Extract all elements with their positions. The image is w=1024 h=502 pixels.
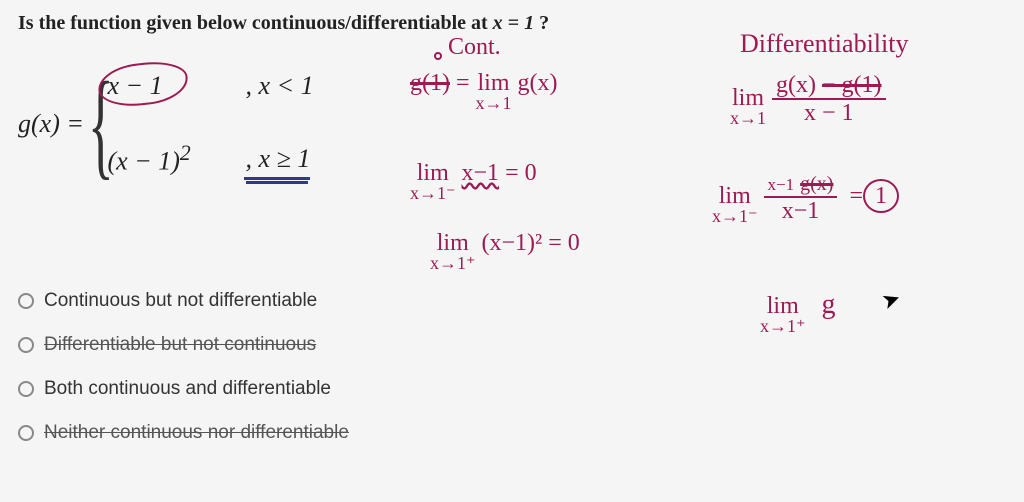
diff-left-num: x−1 g(x)	[764, 170, 838, 198]
hand-lim-icon: lim x→1⁻	[410, 160, 456, 204]
hand-lim-left: lim x→1⁻ x−1 = 0	[410, 160, 537, 204]
hand-diff-right-expr: g	[822, 289, 836, 320]
case2-expr: (x − 1)2	[108, 141, 228, 177]
hand-lim-icon: lim x→1⁺	[430, 230, 476, 274]
option-c[interactable]: Both continuous and differentiable	[18, 378, 349, 400]
piecewise-function: g(x) = { x − 1 , x < 1 (x − 1)2 , x ≥ 1	[18, 70, 314, 178]
question-suffix: ?	[539, 12, 549, 34]
hand-lim-right: lim x→1⁺ (x−1)² = 0	[430, 230, 580, 274]
hand-cont-title: Cont.	[448, 34, 501, 60]
radio-icon[interactable]	[18, 381, 34, 397]
case1-expr: x − 1	[108, 71, 228, 101]
dot-annotation-icon	[434, 52, 442, 60]
hand-lim-icon: lim x→1⁺	[760, 293, 806, 337]
hand-diff-left: lim x→1⁻ x−1 g(x) x−1 =1	[712, 170, 899, 227]
cursor-icon: ➤	[878, 285, 904, 316]
case1-cond: , x < 1	[246, 71, 314, 101]
lim-sub: x→1	[476, 94, 512, 114]
answer-options: Continuous but not differentiable Differ…	[18, 290, 349, 444]
hand-lim-icon: lim x→1	[730, 85, 766, 129]
piecewise-lhs: g(x) =	[18, 109, 84, 139]
hand-diff-left-frac: x−1 g(x) x−1	[764, 170, 838, 225]
option-b-label: Differentiable but not continuous	[44, 334, 316, 356]
case-1: x − 1 , x < 1	[108, 71, 314, 101]
diff-num-scratch: − g(1)	[822, 72, 882, 98]
lim-sub: x→1⁻	[712, 207, 758, 227]
case2-base: (x − 1)	[108, 147, 180, 176]
hand-lim-right-expr: (x−1)²	[482, 230, 543, 256]
radio-icon[interactable]	[18, 293, 34, 309]
hand-diff-def: lim x→1 g(x) − g(1) x − 1	[730, 72, 886, 129]
hand-cont-lhs: g(1) =	[410, 70, 470, 96]
diff-num: g(x) − g(1)	[772, 72, 886, 100]
diff-num-g: g(x)	[776, 72, 816, 98]
diff-left-num-strike: g(x)	[800, 173, 833, 195]
case-2: (x − 1)2 , x ≥ 1	[108, 141, 314, 177]
circled-answer-icon: 1	[863, 179, 899, 213]
hand-lim-icon: lim x→1	[476, 70, 512, 114]
hand-diff-title: Differentiability	[740, 30, 908, 59]
radio-icon[interactable]	[18, 337, 34, 353]
option-a[interactable]: Continuous but not differentiable	[18, 290, 349, 312]
piecewise-cases: x − 1 , x < 1 (x − 1)2 , x ≥ 1	[108, 71, 314, 177]
case2-cond: , x ≥ 1	[246, 144, 311, 174]
lim-sub: x→1	[730, 109, 766, 129]
lim-sub: x→1⁻	[410, 184, 456, 204]
hand-cont-fn: g(x)	[518, 70, 558, 96]
option-a-label: Continuous but not differentiable	[44, 290, 317, 312]
hand-lim-left-expr: x−1	[462, 160, 500, 186]
diff-den: x − 1	[800, 100, 858, 126]
hand-cont-eq: g(1) = lim x→1 g(x)	[410, 70, 558, 114]
option-d-label: Neither continuous nor differentiable	[44, 422, 349, 444]
hand-diff-frac: g(x) − g(1) x − 1	[772, 72, 886, 127]
hand-lim-left-eq: = 0	[505, 160, 537, 186]
hand-diff-right: lim x→1⁺ g	[760, 290, 836, 337]
hand-lim-right-eq: = 0	[548, 230, 580, 256]
lim-sub: x→1⁺	[760, 317, 806, 337]
diff-left-den: x−1	[778, 198, 824, 224]
option-d[interactable]: Neither continuous nor differentiable	[18, 422, 349, 444]
case2-sup: 2	[180, 141, 191, 165]
question-prefix: Is the function given below continuous/d…	[18, 12, 493, 34]
diff-left-ans-wrap: =1	[849, 183, 899, 209]
hand-lim-icon: lim x→1⁻	[712, 183, 758, 227]
radio-icon[interactable]	[18, 425, 34, 441]
diff-left-num-val: x−1	[768, 175, 795, 194]
option-c-label: Both continuous and differentiable	[44, 378, 331, 400]
lim-sub: x→1⁺	[430, 254, 476, 274]
option-b[interactable]: Differentiable but not continuous	[18, 334, 349, 356]
question-var: x = 1	[493, 12, 534, 34]
